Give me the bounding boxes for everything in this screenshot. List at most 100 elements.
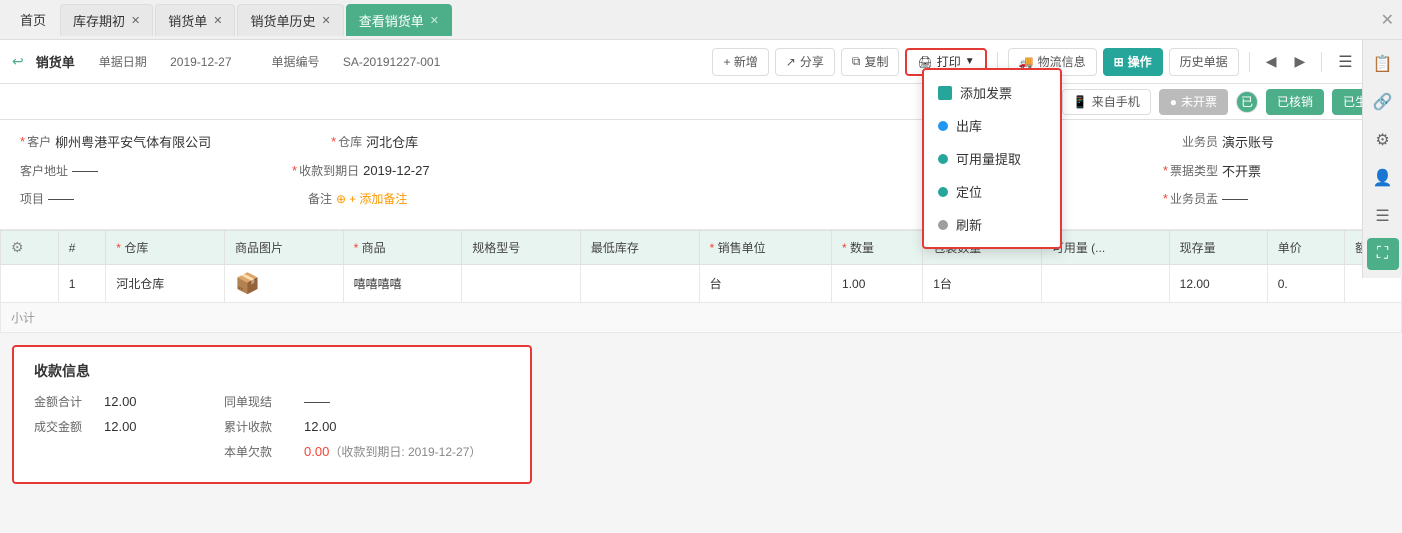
gear-icon: ⚙: [1375, 130, 1389, 150]
customer-addr-label: 客户地址: [20, 162, 68, 179]
tab-home[interactable]: 首页: [8, 4, 58, 36]
from-phone-button[interactable]: 📱 来自手机: [1062, 89, 1151, 115]
menu-outbound[interactable]: 出库: [924, 109, 1060, 142]
history-button[interactable]: 历史单据: [1169, 48, 1239, 76]
refresh-label: 刷新: [956, 215, 982, 234]
owed-label: 本单欠款: [224, 443, 304, 460]
toolbar-separator2: [1249, 52, 1250, 72]
menu-refresh[interactable]: 刷新: [924, 208, 1060, 241]
row-seq: 1: [58, 265, 106, 303]
menu-add-invoice[interactable]: 添加发票: [924, 76, 1060, 109]
cumulative-label: 累计收款: [224, 418, 304, 435]
note-field: 备注 ⊕ + 添加备注: [308, 190, 407, 207]
view-list-icon[interactable]: ☰: [1332, 48, 1358, 76]
copy-button[interactable]: ⧉ 复制: [841, 48, 900, 76]
warehouse-label: 仓库: [338, 133, 362, 150]
sidebar-link-btn[interactable]: 🔗: [1367, 86, 1399, 118]
phone-icon: 📱: [1073, 95, 1088, 109]
doc-date-label: 单据日期: [99, 55, 147, 69]
tab-view-sales[interactable]: 查看销货单 ✕: [346, 4, 452, 36]
logistics-icon: 🚚: [1019, 55, 1034, 69]
close-sales-history[interactable]: ✕: [322, 14, 331, 27]
subtotal-cell: 小计: [1, 303, 1402, 333]
amount-label: 金额合计: [34, 393, 104, 410]
menu-available-pickup[interactable]: 可用量提取: [924, 142, 1060, 175]
cancel-sale-button[interactable]: 已核销: [1266, 89, 1324, 115]
row-pack-qty: 1台: [923, 265, 1042, 303]
close-inventory-init[interactable]: ✕: [131, 14, 140, 27]
refresh-icon: [938, 220, 948, 230]
warehouse-field: * 仓库 河北仓库: [331, 132, 486, 151]
table-row: 1 河北仓库 📦 嘻嘻嘻嘻 台 1.00 1台 12.00 0.: [1, 265, 1402, 303]
salesperson2-field: * 业务员盂 ——: [1163, 190, 1342, 207]
ticket-type-label: 票据类型: [1170, 162, 1218, 179]
tab-inventory-init-label: 库存期初: [73, 11, 125, 30]
project-value: ——: [48, 191, 168, 206]
form-row-3: 项目 —— 备注 ⊕ + 添加备注 * 业务员盂 ——: [20, 190, 1382, 207]
col-spec: 规格型号: [462, 231, 581, 265]
correct-button[interactable]: 已: [1236, 91, 1258, 113]
available-pickup-icon: [938, 154, 948, 164]
ticket-icon: ●: [1170, 95, 1177, 109]
payment-date-label: 收款到期日: [299, 162, 359, 179]
close-view-sales[interactable]: ✕: [430, 14, 439, 27]
operation-dropdown: 添加发票 出库 可用量提取 定位 刷新: [922, 68, 1062, 249]
salesperson2-label: 业务员盂: [1170, 190, 1218, 207]
payment-info-panel: 收款信息 金额合计 12.00 同单现结 —— 成交金额 12.00 累计收款 …: [12, 345, 532, 484]
tab-sales-order[interactable]: 销货单 ✕: [155, 4, 235, 36]
sidebar-user-btn[interactable]: 👤: [1367, 162, 1399, 194]
salesperson-value: 演示账号: [1222, 132, 1342, 151]
sidebar-expand-btn[interactable]: ⛶: [1367, 238, 1399, 270]
project-field: 项目 ——: [20, 190, 168, 207]
print-icon: 🖨: [917, 55, 932, 69]
payment-row-3: 本单欠款 0.00 （收款到期日: 2019-12-27）: [34, 443, 510, 460]
col-seq: #: [58, 231, 106, 265]
close-sales-order[interactable]: ✕: [213, 14, 222, 27]
nav-next[interactable]: ▶: [1288, 49, 1311, 74]
close-all-tabs[interactable]: ✕: [1381, 10, 1394, 30]
salesperson2-value: ——: [1222, 191, 1342, 206]
col-warehouse: * 仓库: [106, 231, 225, 265]
product-image: 📦: [235, 273, 260, 295]
operation-button[interactable]: ⊞ 操作: [1103, 48, 1163, 76]
row-current-stock: 12.00: [1169, 265, 1267, 303]
locate-icon: [938, 187, 948, 197]
locate-label: 定位: [956, 182, 982, 201]
col-sales-unit: * 销售单位: [699, 231, 831, 265]
sidebar-settings-btn[interactable]: ⚙: [1367, 124, 1399, 156]
amount-value: 12.00: [104, 394, 184, 409]
right-sidebar: 📋 🔗 ⚙ 👤 ☰ ⛶: [1362, 40, 1402, 278]
customer-addr-field: 客户地址 ——: [20, 162, 192, 179]
col-current-stock: 现存量: [1169, 231, 1267, 265]
from-phone-label: 来自手机: [1092, 93, 1140, 110]
sidebar-info-btn[interactable]: 📋: [1367, 48, 1399, 80]
tab-sales-history[interactable]: 销货单历史 ✕: [237, 4, 343, 36]
not-open-ticket-button[interactable]: ● 未开票: [1159, 89, 1228, 115]
cumulative-value: 12.00: [304, 419, 337, 434]
tab-inventory-init[interactable]: 库存期初 ✕: [60, 4, 153, 36]
user-icon: 👤: [1373, 168, 1393, 188]
info-icon: 📋: [1373, 54, 1393, 74]
share-icon: ↗: [786, 55, 796, 69]
ticket-type-required: *: [1163, 163, 1168, 178]
menu-locate[interactable]: 定位: [924, 175, 1060, 208]
col-settings[interactable]: ⚙: [1, 231, 59, 265]
same-order-value: ——: [304, 394, 330, 409]
list-icon: ☰: [1375, 206, 1389, 226]
tab-view-sales-label: 查看销货单: [359, 11, 424, 30]
new-button[interactable]: + 新增: [712, 48, 768, 76]
same-order-label: 同单现结: [224, 393, 304, 410]
add-note-button[interactable]: ⊕ + 添加备注: [336, 190, 407, 207]
row-unit-price: 0.: [1267, 265, 1344, 303]
sidebar-list-btn[interactable]: ☰: [1367, 200, 1399, 232]
nav-prev[interactable]: ◀: [1260, 49, 1283, 74]
add-note-text: + 添加备注: [349, 190, 407, 207]
customer-field: * 客户 柳州粤港平安气体有限公司: [20, 132, 211, 151]
ticket-type-value: 不开票: [1222, 161, 1342, 180]
form-area: * 客户 柳州粤港平安气体有限公司 * 仓库 河北仓库 业务员 演示账号 客户地…: [0, 120, 1402, 230]
col-product: * 商品: [343, 231, 462, 265]
row-spec: [462, 265, 581, 303]
share-button[interactable]: ↗ 分享: [775, 48, 835, 76]
warehouse-value: 河北仓库: [366, 132, 486, 151]
table-wrap: ⚙ # * 仓库 商品图片 * 商品 规格型号 最低库存 * 销售单位 * 数量…: [0, 230, 1402, 333]
